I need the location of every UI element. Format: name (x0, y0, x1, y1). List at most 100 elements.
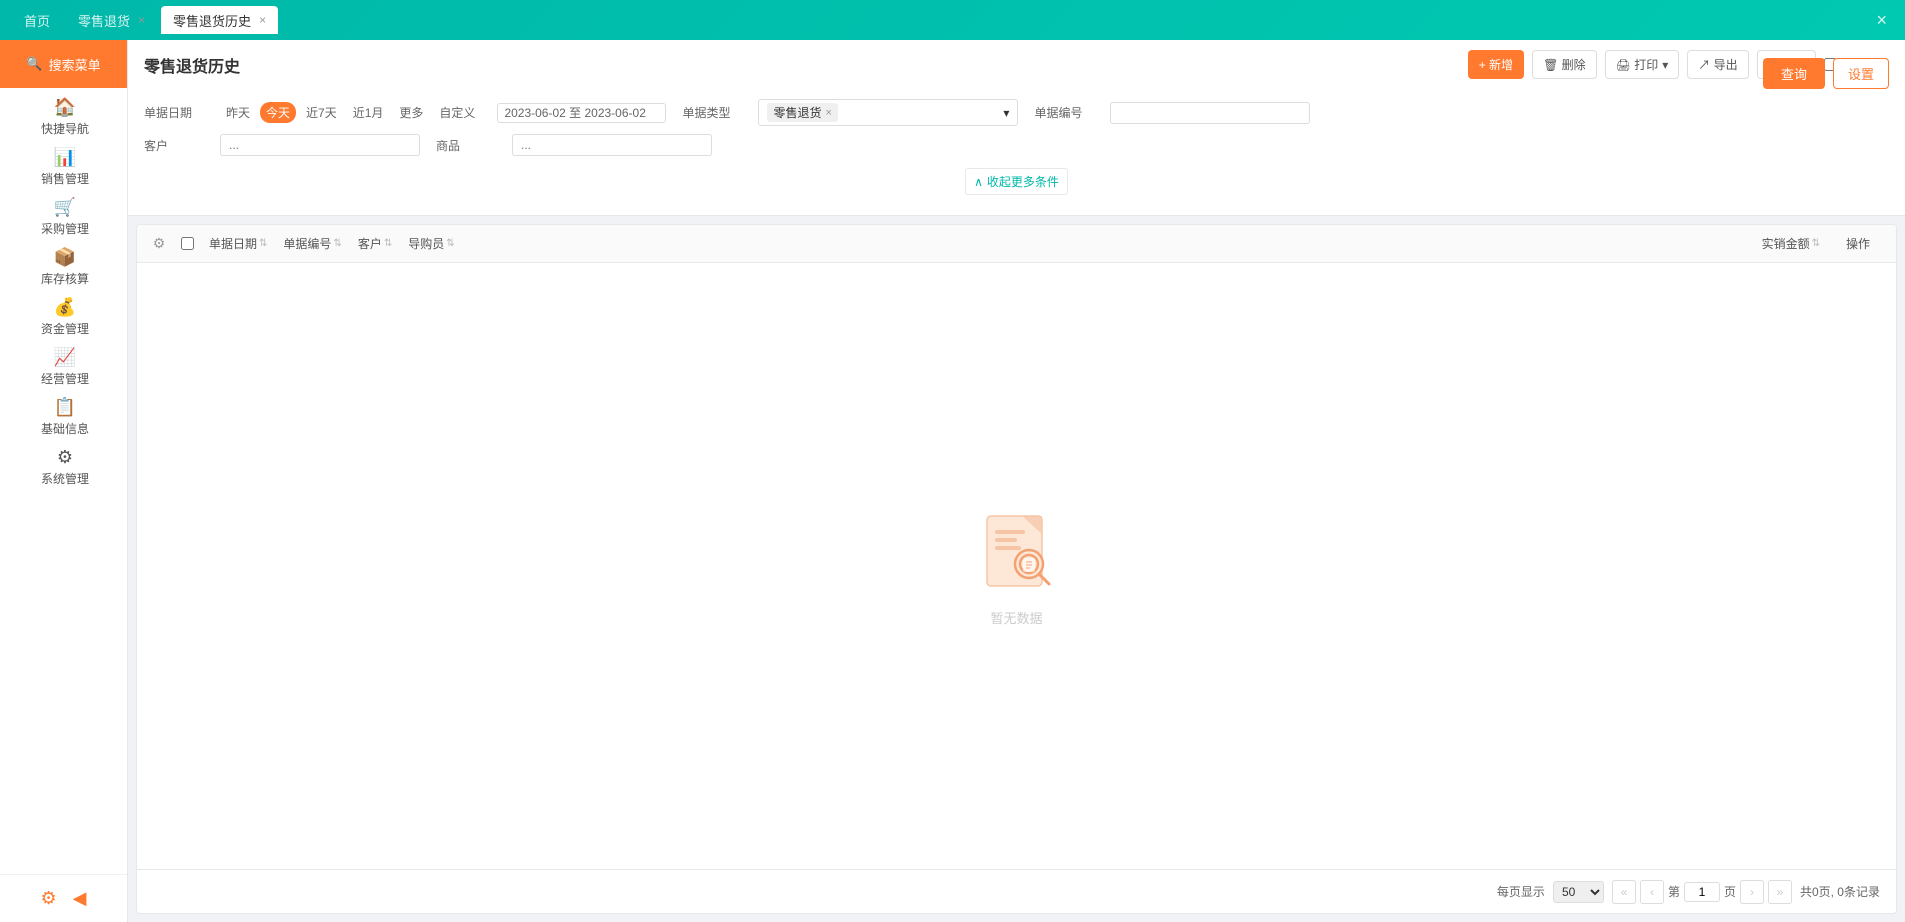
tab-retail-return[interactable]: 零售退货 × (66, 6, 157, 34)
page-size-select[interactable]: 10 20 50 100 (1553, 881, 1604, 903)
page-word: 第 (1668, 883, 1680, 900)
table-select-all-checkbox[interactable] (173, 237, 201, 250)
type-filter-select[interactable]: 零售退货 × ▾ (758, 99, 1018, 126)
filter-date-options: 昨天 今天 近7天 近1月 更多 自定义 (220, 102, 481, 123)
print-button[interactable]: 🖨 打印 ▾ (1605, 50, 1680, 79)
sidebar-item-system-label: 系统管理 (41, 470, 89, 487)
date-option-1month[interactable]: 近1月 (347, 102, 390, 123)
filter-row-1: 单据日期 昨天 今天 近7天 近1月 更多 自定义 单据类型 零售退货 (144, 99, 1889, 126)
collapse-button[interactable]: ∧ 收起更多条件 (965, 168, 1068, 195)
filter-row-2: 客户 商品 (144, 134, 1889, 156)
empty-text: 暂无数据 (990, 608, 1042, 627)
collapse-sidebar-icon[interactable]: ◀ (73, 888, 87, 909)
col-header-number-label: 单据编号 (283, 235, 331, 252)
col-header-date-label: 单据日期 (209, 235, 257, 252)
number-filter-input[interactable] (1110, 102, 1310, 124)
sidebar-item-purchase[interactable]: 🛒 采购管理 (0, 192, 127, 242)
col-header-guide-label: 导购员 (408, 235, 444, 252)
sidebar-items: 🏠 快捷导航 📊 销售管理 🛒 采购管理 📦 库存核算 💰 资金管理 📈 (0, 88, 127, 874)
page-label: 页 (1724, 883, 1736, 900)
top-bar: 首页 零售退货 × 零售退货历史 × × (0, 0, 1905, 40)
type-filter-dropdown-icon: ▾ (1003, 106, 1009, 120)
last-page-button[interactable]: » (1768, 880, 1792, 904)
add-button-label: + 新增 (1479, 56, 1513, 73)
search-icon: 🔍 (26, 56, 42, 72)
tab-list: 首页 零售退货 × 零售退货历史 × (12, 6, 1870, 34)
type-filter-tag: 零售退货 × (767, 103, 837, 122)
col-header-ops-label: 操作 (1846, 235, 1870, 252)
tab-retail-return-close[interactable]: × (138, 13, 145, 27)
settings-button[interactable]: 设置 (1833, 58, 1889, 89)
col-amount-sort-icon: ⇅ (1812, 238, 1820, 249)
search-menu-button[interactable]: 🔍 搜索菜单 (0, 40, 127, 88)
select-all-input[interactable] (181, 237, 194, 250)
sidebar-item-operations-label: 经营管理 (41, 370, 89, 387)
tab-home-label: 首页 (24, 11, 50, 30)
sidebar-item-inventory[interactable]: 📦 库存核算 (0, 242, 127, 292)
col-customer-sort-icon: ⇅ (384, 238, 392, 249)
col-header-amount-label: 实销金额 (1762, 235, 1810, 252)
col-header-number[interactable]: 单据编号 ⇅ (275, 235, 349, 252)
tab-retail-return-label: 零售退货 (78, 11, 130, 30)
sidebar-item-finance[interactable]: 💰 资金管理 (0, 292, 127, 342)
date-option-custom[interactable]: 自定义 (433, 102, 481, 123)
sidebar-item-basic-info-label: 基础信息 (41, 420, 89, 437)
table-container: ⚙ 单据日期 ⇅ 单据编号 ⇅ 客户 ⇅ 导购员 ⇅ (136, 224, 1897, 914)
date-option-today[interactable]: 今天 (260, 102, 296, 123)
col-header-guide[interactable]: 导购员 ⇅ (400, 235, 462, 252)
date-option-more[interactable]: 更多 (393, 102, 429, 123)
tab-retail-return-history-close[interactable]: × (259, 13, 266, 27)
export-button[interactable]: ↗ 导出 (1687, 50, 1748, 79)
first-page-button[interactable]: « (1612, 880, 1636, 904)
page-summary: 共0页, 0条记录 (1800, 883, 1880, 900)
page-header: 零售退货历史 + 新增 🗑 删除 🖨 打印 ▾ ↗ 导出 (128, 40, 1905, 216)
sidebar-item-operations[interactable]: 📈 经营管理 (0, 342, 127, 392)
page-size-label: 每页显示 (1497, 883, 1545, 900)
next-page-button[interactable]: › (1740, 880, 1764, 904)
print-dropdown-icon: ▾ (1662, 58, 1668, 72)
basic-info-icon: 📋 (54, 398, 76, 416)
filter-area: 单据日期 昨天 今天 近7天 近1月 更多 自定义 单据类型 零售退货 (144, 89, 1889, 215)
col-header-customer-label: 客户 (358, 235, 382, 252)
col-header-date[interactable]: 单据日期 ⇅ (201, 235, 275, 252)
sidebar-bottom: ⚙ ◀ (0, 874, 127, 922)
current-page-input[interactable] (1684, 882, 1720, 902)
window-close-button[interactable]: × (1870, 10, 1893, 31)
col-number-sort-icon: ⇅ (333, 238, 341, 249)
add-button[interactable]: + 新增 (1468, 50, 1524, 79)
col-header-customer[interactable]: 客户 ⇅ (350, 235, 400, 252)
delete-button[interactable]: 🗑 删除 (1532, 50, 1597, 79)
col-header-amount[interactable]: 实销金额 ⇅ (1728, 235, 1828, 252)
date-option-7days[interactable]: 近7天 (300, 102, 343, 123)
pagination-bar: 每页显示 10 20 50 100 « ‹ 第 页 › » 共0页, 0条记录 (137, 869, 1896, 913)
sidebar-item-basic-info[interactable]: 📋 基础信息 (0, 392, 127, 442)
goods-filter-label: 商品 (436, 137, 496, 154)
sidebar-item-finance-label: 资金管理 (41, 320, 89, 337)
export-button-label: ↗ 导出 (1698, 56, 1737, 73)
collapse-row: ∧ 收起更多条件 (144, 164, 1889, 199)
type-filter-tag-close[interactable]: × (825, 107, 831, 119)
sidebar-item-sales[interactable]: 📊 销售管理 (0, 142, 127, 192)
date-range-input[interactable] (497, 103, 666, 123)
tab-home[interactable]: 首页 (12, 6, 62, 34)
search-menu-label: 搜索菜单 (49, 55, 101, 74)
type-filter-tag-value: 零售退货 (773, 104, 821, 121)
sidebar-item-quick-nav[interactable]: 🏠 快捷导航 (0, 92, 127, 142)
settings-bottom-icon[interactable]: ⚙ (41, 888, 57, 909)
date-option-yesterday[interactable]: 昨天 (220, 102, 256, 123)
customer-filter-input[interactable] (220, 134, 420, 156)
sidebar-item-system[interactable]: ⚙ 系统管理 (0, 442, 127, 492)
goods-filter-input[interactable] (512, 134, 712, 156)
tab-retail-return-history[interactable]: 零售退货历史 × (161, 6, 278, 34)
top-bar-right: × (1870, 10, 1893, 31)
sidebar-item-quick-nav-label: 快捷导航 (41, 120, 89, 137)
home-icon: 🏠 (54, 98, 76, 116)
table-settings-icon[interactable]: ⚙ (145, 230, 173, 258)
col-guide-sort-icon: ⇅ (446, 238, 454, 249)
prev-page-button[interactable]: ‹ (1640, 880, 1664, 904)
delete-button-label: 🗑 删除 (1543, 56, 1586, 73)
customer-filter-label: 客户 (144, 137, 204, 154)
query-button[interactable]: 查询 (1763, 58, 1825, 89)
inventory-icon: 📦 (54, 248, 76, 266)
page-nav: « ‹ 第 页 › » (1612, 880, 1792, 904)
